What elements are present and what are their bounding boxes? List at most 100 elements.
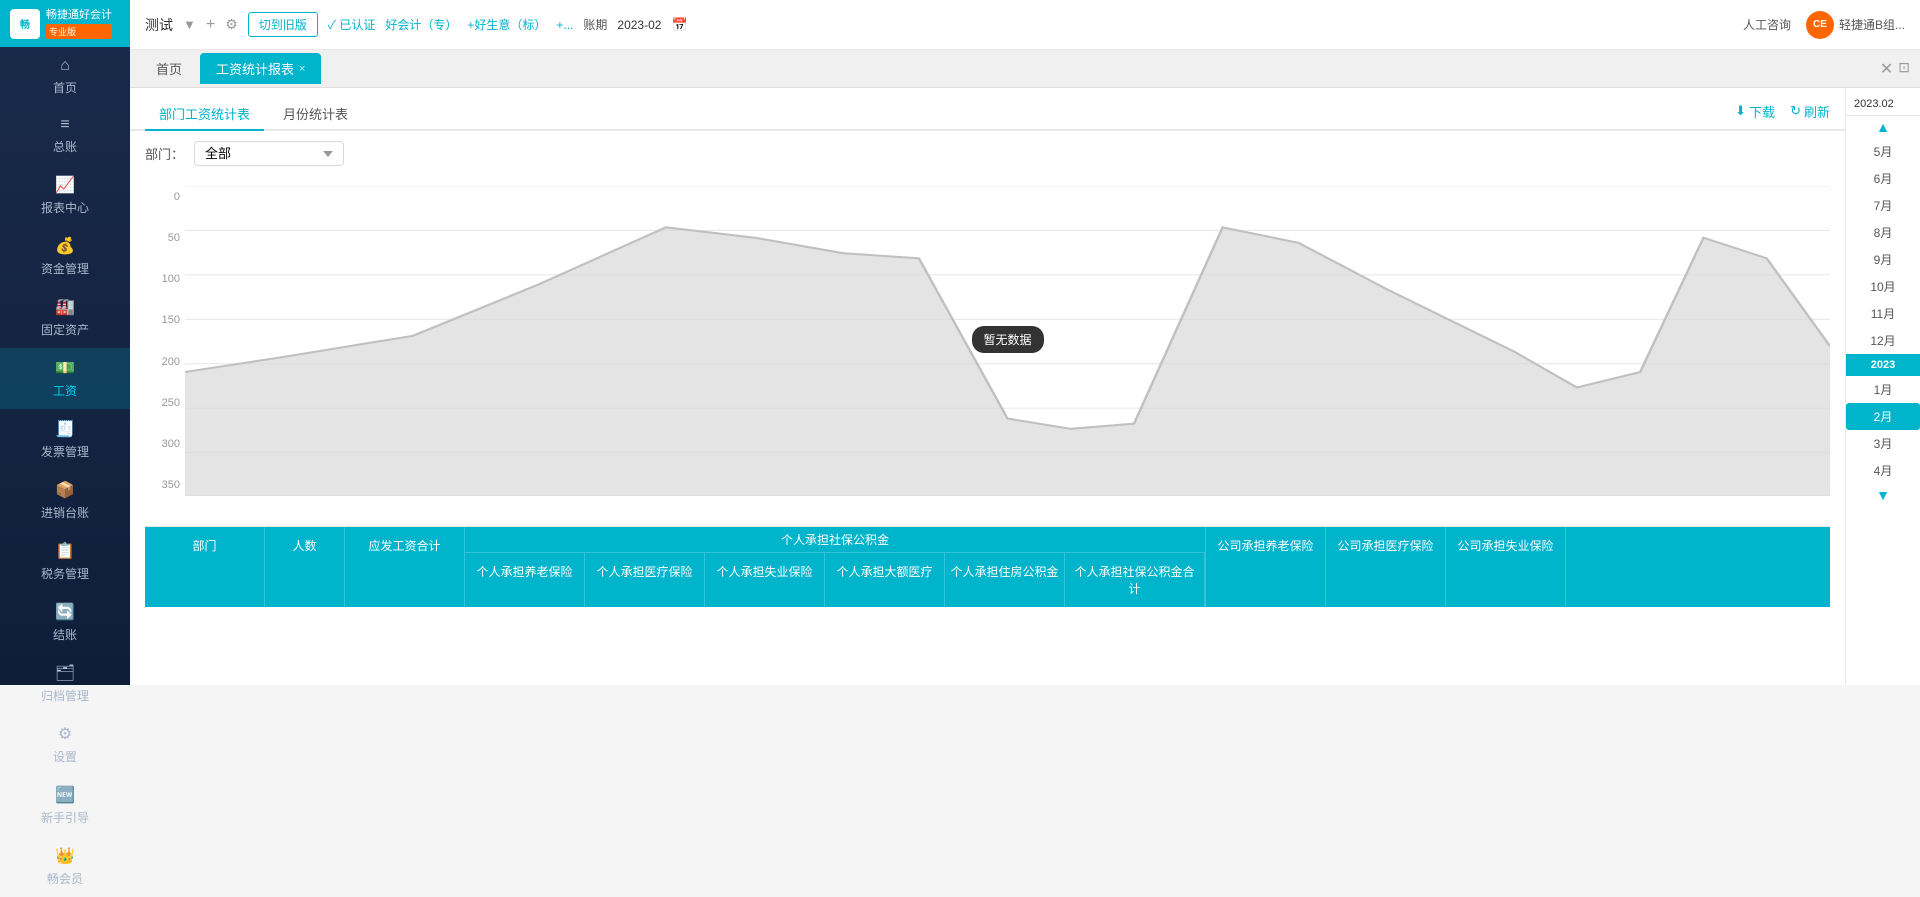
ledger-icon: ≡ — [60, 116, 69, 134]
tab-close-btn[interactable]: × — [299, 63, 305, 75]
tooltip-text: 暂无数据 — [983, 333, 1031, 347]
table-header-row: 部门 人数 应发工资合计 个人承担社保公积金 — [145, 527, 1830, 607]
th-company-pension-label: 公司承担养老保险 — [1217, 539, 1313, 553]
y-axis: 350 300 250 200 150 100 50 0 — [145, 186, 185, 496]
right-panel-date: 2023.02 — [1854, 98, 1894, 110]
sidebar-item-home[interactable]: ⌂ 首页 — [0, 47, 130, 106]
month-mar[interactable]: 3月 — [1846, 430, 1920, 457]
workspace-dropdown-icon[interactable]: ▼ — [183, 17, 196, 32]
subtab-dept[interactable]: 部门工资统计表 — [145, 98, 264, 131]
sidebar-item-sales[interactable]: 📦 进销台账 — [0, 470, 130, 531]
main-panel: 部门工资统计表 月份统计表 ⬇ 下载 ↻ 刷新 — [130, 88, 1845, 685]
month-nov[interactable]: 11月 — [1846, 300, 1920, 327]
invoice-icon: 🧾 — [55, 419, 75, 439]
sidebar-item-settle[interactable]: 🔄 结账 — [0, 592, 130, 653]
month-oct[interactable]: 10月 — [1846, 273, 1920, 300]
th-personal-total-label: 个人承担社保公积金合计 — [1074, 565, 1194, 596]
subtab-dept-label: 部门工资统计表 — [159, 107, 250, 122]
sidebar-item-guide[interactable]: 🆕 新手引导 — [0, 775, 130, 836]
year-2023: 2023 — [1846, 354, 1920, 376]
th-bigmedical-label: 个人承担大额医疗 — [836, 565, 932, 579]
refresh-label: 刷新 — [1804, 102, 1830, 121]
month-aug[interactable]: 8月 — [1846, 219, 1920, 246]
guide-icon: 🆕 — [55, 785, 75, 805]
sidebar-item-member[interactable]: 👑 畅会员 — [0, 836, 130, 897]
tag-haoshengyi: +好生意（标） — [467, 16, 546, 33]
th-pension: 个人承担养老保险 — [465, 553, 585, 607]
sidebar-item-archive[interactable]: 🗂 归档管理 — [0, 653, 130, 714]
sidebar-item-tax[interactable]: 📋 税务管理 — [0, 531, 130, 592]
ai-service-btn[interactable]: 人工咨询 — [1743, 16, 1791, 33]
sidebar-item-assets[interactable]: 🏭 固定资产 — [0, 287, 130, 348]
user-name: 轻捷通B组... — [1839, 16, 1905, 33]
member-icon: 👑 — [55, 846, 75, 866]
month-jul[interactable]: 7月 — [1846, 192, 1920, 219]
content-area: 部门工资统计表 月份统计表 ⬇ 下载 ↻ 刷新 — [130, 88, 1920, 685]
sidebar-label-settle: 结账 — [53, 626, 77, 643]
month-dec[interactable]: 12月 — [1846, 327, 1920, 354]
chart-tooltip: 暂无数据 — [971, 326, 1043, 353]
switch-old-btn[interactable]: 切到旧版 — [248, 12, 318, 37]
sidebar-label-invoice: 发票管理 — [41, 443, 89, 460]
calendar-icon[interactable]: 📅 — [671, 17, 687, 33]
sidebar-label-ledger: 总账 — [53, 138, 77, 155]
sidebar-label-member: 畅会员 — [47, 870, 83, 887]
sidebar-label-salary: 工资 — [53, 382, 77, 399]
sidebar-label-assets: 固定资产 — [41, 321, 89, 338]
subtab-monthly[interactable]: 月份统计表 — [269, 98, 362, 131]
y-label-0: 0 — [145, 191, 185, 203]
workspace-title: 测试 — [145, 15, 173, 35]
sidebar-item-invoice[interactable]: 🧾 发票管理 — [0, 409, 130, 470]
th-company-medical-label: 公司承担医疗保险 — [1337, 539, 1433, 553]
y-label-150: 150 — [145, 314, 185, 326]
bottom-table: 部门 人数 应发工资合计 个人承担社保公积金 — [145, 526, 1830, 607]
logo-icon: 畅 — [10, 9, 40, 39]
download-btn[interactable]: ⬇ 下载 — [1735, 102, 1775, 121]
window-close-btn[interactable]: ✕ — [1880, 59, 1893, 79]
prev-months-btn[interactable]: ▲ — [1873, 116, 1893, 138]
app-name: 畅捷通好会计 — [46, 8, 112, 22]
tag-more: +... — [556, 18, 573, 32]
add-icon[interactable]: + — [206, 16, 215, 34]
next-months-btn[interactable]: ▼ — [1873, 484, 1893, 506]
topbar-right: 人工咨询 CE 轻捷通B组... — [1743, 11, 1905, 39]
month-sep[interactable]: 9月 — [1846, 246, 1920, 273]
month-apr[interactable]: 4月 — [1846, 457, 1920, 484]
sidebar-item-reports[interactable]: 📈 报表中心 — [0, 165, 130, 226]
sidebar-label-sales: 进销台账 — [41, 504, 89, 521]
th-count-label: 人数 — [292, 539, 316, 553]
month-may[interactable]: 5月 — [1846, 138, 1920, 165]
tab-salary-report[interactable]: 工资统计报表 × — [200, 53, 321, 84]
th-total-salary: 应发工资合计 — [345, 527, 465, 607]
dept-select[interactable]: 全部 财务部 销售部 技术部 人事部 — [194, 141, 344, 166]
sidebar-label-guide: 新手引导 — [41, 809, 89, 826]
month-jan[interactable]: 1月 — [1846, 376, 1920, 403]
sidebar-item-settings[interactable]: ⚙ 设置 — [0, 714, 130, 775]
th-dept-label: 部门 — [192, 539, 216, 553]
tab-home[interactable]: 首页 — [140, 53, 198, 84]
th-unemploy: 个人承担失业保险 — [705, 553, 825, 607]
settings-icon: ⚙ — [58, 724, 72, 744]
topbar: 测试 ▼ + ⚙ 切到旧版 ✓ 已认证 好会计（专） +好生意（标） +... … — [130, 0, 1920, 50]
refresh-icon: ↻ — [1790, 103, 1801, 119]
sidebar-item-ledger[interactable]: ≡ 总账 — [0, 106, 130, 165]
th-dept: 部门 — [145, 527, 265, 607]
user-menu[interactable]: CE 轻捷通B组... — [1806, 11, 1905, 39]
th-medical: 个人承担医疗保险 — [585, 553, 705, 607]
sidebar-label-funds: 资金管理 — [41, 260, 89, 277]
app-edition: 专业版 — [46, 24, 112, 39]
dept-filter-label: 部门： — [145, 144, 184, 163]
refresh-btn[interactable]: ↻ 刷新 — [1790, 102, 1830, 121]
window-expand-btn[interactable]: ⊡ — [1898, 59, 1910, 79]
chart-svg-wrap: 暂无数据 — [185, 186, 1830, 496]
settings-gear-icon[interactable]: ⚙ — [225, 16, 238, 33]
th-housing-label: 个人承担住房公积金 — [950, 565, 1058, 579]
home-icon: ⌂ — [60, 57, 70, 75]
sidebar-label-home: 首页 — [53, 79, 77, 96]
month-jun[interactable]: 6月 — [1846, 165, 1920, 192]
sidebar-item-funds[interactable]: 💰 资金管理 — [0, 226, 130, 287]
month-feb[interactable]: 2月 — [1846, 403, 1920, 430]
sidebar-item-salary[interactable]: 💵 工资 — [0, 348, 130, 409]
funds-icon: 💰 — [55, 236, 75, 256]
y-label-50: 50 — [145, 232, 185, 244]
